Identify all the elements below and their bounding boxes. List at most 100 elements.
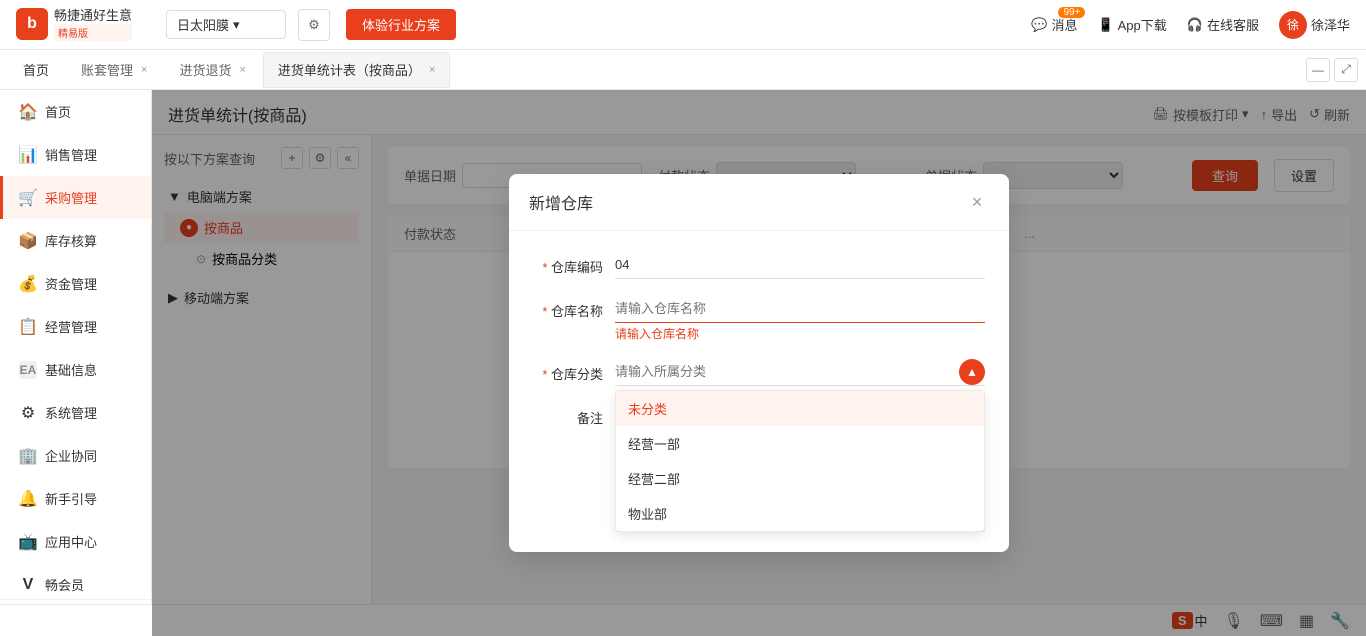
app-download-button[interactable]: 📱 App下载 (1097, 15, 1166, 34)
logo-title: 畅捷通好生意 (54, 8, 132, 25)
sidebar-guide-label: 新手引导 (45, 489, 97, 508)
name-error-message: 请输入仓库名称 (615, 325, 985, 342)
store-selector-arrow: ▾ (233, 17, 240, 33)
category-field-row: 仓库分类 ▲ 未分类 经营一部 经营二部 物业部 (533, 358, 985, 386)
home-icon: 🏠 (19, 103, 37, 121)
home-tab-label: 首页 (23, 60, 49, 79)
user-profile-button[interactable]: 徐 徐泽华 (1279, 11, 1350, 39)
add-warehouse-modal: 新增仓库 × 仓库编码 仓库名称 (509, 174, 1009, 552)
tab-home[interactable]: 首页 (8, 52, 64, 88)
app-download-label: App下载 (1118, 15, 1167, 34)
tab-expand[interactable]: ⤢ (1334, 58, 1358, 82)
tab-accounts[interactable]: 账套管理 × (66, 52, 162, 88)
online-service-label: 在线客服 (1207, 15, 1259, 34)
top-actions: ⚙ 体验行业方案 (298, 9, 456, 41)
messages-button[interactable]: 💬 消息 99+ (1031, 15, 1077, 34)
top-right-area: 💬 消息 99+ 📱 App下载 🎧 在线客服 徐 徐泽华 (1031, 11, 1350, 39)
sidebar-item-inventory[interactable]: 📦 库存核算 (0, 219, 151, 262)
dropdown-option-dept2[interactable]: 经营二部 (616, 461, 984, 496)
modal-header: 新增仓库 × (509, 174, 1009, 231)
sidebar-item-enterprise[interactable]: 🏢 企业协同 (0, 434, 151, 477)
sidebar-item-guide[interactable]: 🔔 新手引导 (0, 477, 151, 520)
code-field-row: 仓库编码 (533, 251, 985, 279)
modal-body: 仓库编码 仓库名称 请输入仓库名称 (509, 231, 1009, 484)
sidebar-item-basic[interactable]: EA 基础信息 (0, 348, 151, 391)
tab-controls: — ⤢ (1306, 58, 1366, 82)
member-icon: V (19, 576, 37, 594)
app-center-icon: 📺 (19, 533, 37, 551)
sidebar-home-label: 首页 (45, 102, 71, 121)
code-control (615, 251, 985, 279)
logo-icon: b (16, 8, 48, 40)
tab-purchase-return[interactable]: 进货退货 × (164, 52, 260, 88)
store-name: 日太阳膜 (177, 15, 229, 34)
inventory-icon: 📦 (19, 232, 37, 250)
guide-icon: 🔔 (19, 490, 37, 508)
basic-icon: EA (19, 361, 37, 379)
trial-button[interactable]: 体验行业方案 (346, 9, 456, 40)
sidebar-item-home[interactable]: 🏠 首页 (0, 90, 151, 133)
system-icon: ⚙ (19, 404, 37, 422)
purchase-stats-tab-close[interactable]: × (429, 64, 435, 76)
sidebar-business-label: 经营管理 (45, 317, 97, 336)
tab-bar: 首页 账套管理 × 进货退货 × 进货单统计表（按商品） × — ⤢ (0, 50, 1366, 90)
user-avatar: 徐 (1279, 11, 1307, 39)
sidebar-inventory-label: 库存核算 (45, 231, 97, 250)
purchase-return-tab-label: 进货退货 (179, 60, 231, 79)
sidebar-item-sales[interactable]: 📊 销售管理 (0, 133, 151, 176)
sidebar-item-purchase[interactable]: 🛒 采购管理 (0, 176, 151, 219)
app-icon: 📱 (1097, 17, 1113, 33)
dropdown-option-dept1[interactable]: 经营一部 (616, 426, 984, 461)
category-input[interactable] (615, 358, 985, 386)
sidebar-app-center-label: 应用中心 (45, 532, 97, 551)
sidebar-member-label: 畅会员 (45, 575, 84, 594)
dropdown-option-property[interactable]: 物业部 (616, 496, 984, 531)
top-navigation: b 畅捷通好生意 精易版 日太阳膜 ▾ ⚙ 体验行业方案 💬 消息 99+ 📱 … (0, 0, 1366, 50)
message-icon: 💬 (1031, 17, 1047, 33)
message-badge: 99+ (1058, 7, 1085, 18)
purchase-return-tab-close[interactable]: × (239, 64, 245, 76)
main-layout: 🏠 首页 📊 销售管理 🛒 采购管理 📦 库存核算 💰 资金管理 📋 经营管理 … (0, 90, 1366, 636)
category-control: ▲ 未分类 经营一部 经营二部 物业部 (615, 358, 985, 386)
sidebar: 🏠 首页 📊 销售管理 🛒 采购管理 📦 库存核算 💰 资金管理 📋 经营管理 … (0, 90, 152, 636)
name-control: 请输入仓库名称 (615, 295, 985, 342)
modal-title: 新增仓库 (529, 190, 593, 214)
sidebar-item-business[interactable]: 📋 经营管理 (0, 305, 151, 348)
name-label: 仓库名称 (533, 295, 603, 320)
category-label: 仓库分类 (533, 358, 603, 383)
user-name: 徐泽华 (1311, 15, 1350, 34)
logo-text-area: 畅捷通好生意 精易版 (54, 8, 132, 42)
enterprise-icon: 🏢 (19, 447, 37, 465)
name-field-row: 仓库名称 请输入仓库名称 (533, 295, 985, 342)
category-dropdown-list: 未分类 经营一部 经营二部 物业部 (615, 390, 985, 532)
category-dropdown-arrow[interactable]: ▲ (959, 359, 985, 385)
sidebar-item-finance[interactable]: 💰 资金管理 (0, 262, 151, 305)
logo-badge: 精易版 (54, 24, 132, 41)
tab-purchase-stats[interactable]: 进货单统计表（按商品） × (263, 52, 450, 88)
logo-area: b 畅捷通好生意 精易版 (16, 8, 166, 42)
dropdown-option-uncategorized[interactable]: 未分类 (616, 391, 984, 426)
sidebar-finance-label: 资金管理 (45, 274, 97, 293)
remark-label: 备注 (533, 402, 603, 427)
accounts-tab-label: 账套管理 (81, 60, 133, 79)
code-input[interactable] (615, 251, 985, 279)
accounts-tab-close[interactable]: × (141, 64, 147, 76)
name-input[interactable] (615, 295, 985, 323)
sidebar-sales-label: 销售管理 (45, 145, 97, 164)
business-icon: 📋 (19, 318, 37, 336)
sidebar-item-system[interactable]: ⚙ 系统管理 (0, 391, 151, 434)
sidebar-system-label: 系统管理 (45, 403, 97, 422)
online-service-button[interactable]: 🎧 在线客服 (1187, 15, 1259, 34)
sidebar-item-app-center[interactable]: 📺 应用中心 (0, 520, 151, 563)
store-selector[interactable]: 日太阳膜 ▾ (166, 10, 286, 39)
code-label: 仓库编码 (533, 251, 603, 276)
finance-icon: 💰 (19, 275, 37, 293)
modal-close-button[interactable]: × (965, 190, 989, 214)
sidebar-purchase-label: 采购管理 (45, 188, 97, 207)
settings-icon[interactable]: ⚙ (298, 9, 330, 41)
sidebar-basic-label: 基础信息 (45, 360, 97, 379)
purchase-stats-tab-label: 进货单统计表（按商品） (278, 60, 421, 79)
headset-icon: 🎧 (1187, 17, 1203, 33)
content-area: 进货单统计(按商品) 🖨 按模板打印 ▾ ↑ 导出 ↺ 刷新 (152, 90, 1366, 636)
tab-minimize[interactable]: — (1306, 58, 1330, 82)
